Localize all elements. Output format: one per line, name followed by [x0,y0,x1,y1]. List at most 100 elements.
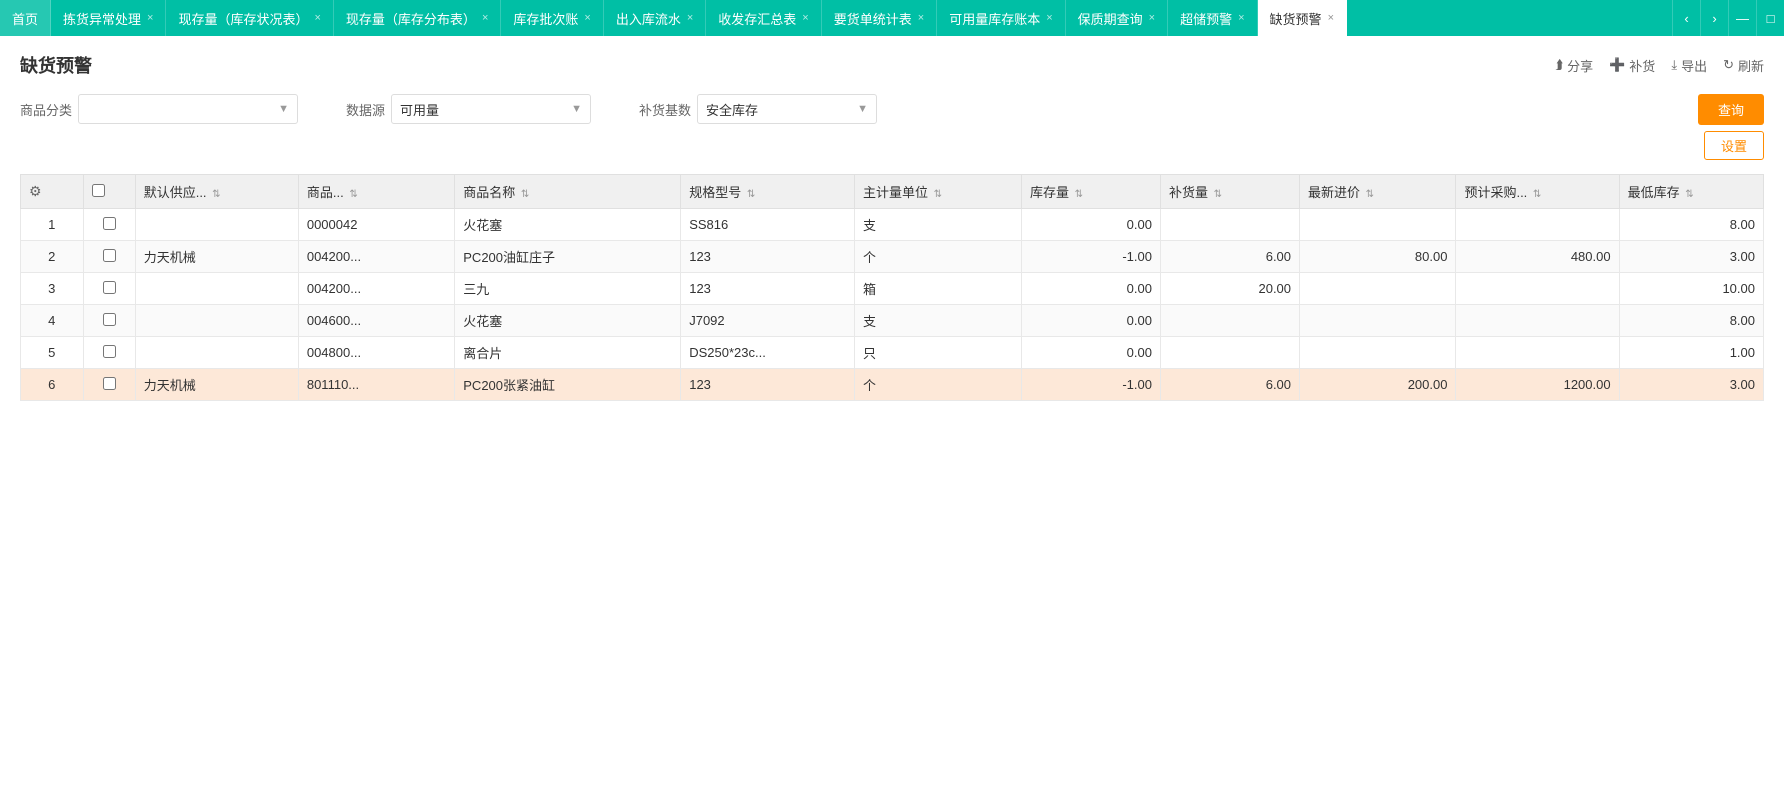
row-index: 4 [21,305,84,337]
stock-sort-icon: ⇅ [1075,189,1083,200]
row-latest-price: 200.00 [1300,369,1456,401]
row-index: 1 [21,209,84,241]
row-checkbox-cell[interactable] [83,241,135,273]
nav-tab-2-close[interactable]: × [314,12,320,24]
nav-tab-10-close[interactable]: × [1238,12,1244,24]
th-stock[interactable]: 库存量 ⇅ [1021,175,1160,209]
row-estimate [1456,337,1619,369]
th-unit[interactable]: 主计量单位 ⇅ [855,175,1022,209]
nav-tab-3-close[interactable]: × [482,12,488,24]
nav-tab-6-close[interactable]: × [802,12,808,24]
row-checkbox-cell[interactable] [83,305,135,337]
th-unit-label: 主计量单位 [863,185,928,200]
page-title: 缺货预警 [20,52,92,78]
row-index: 2 [21,241,84,273]
export-icon: ⤓ [1671,57,1677,73]
row-unit: 箱 [855,273,1022,305]
row-checkbox-cell[interactable] [83,369,135,401]
nav-tab-10[interactable]: 超储预警 × [1168,0,1257,36]
th-estimate[interactable]: 预计采购... ⇅ [1456,175,1619,209]
nav-tab-2[interactable]: 现存量（库存状况表） × [166,0,333,36]
nav-tab-9[interactable]: 保质期查询 × [1066,0,1168,36]
nav-tab-11[interactable]: 缺货预警 × [1258,0,1347,36]
row-estimate [1456,305,1619,337]
select-all-checkbox[interactable] [92,184,105,197]
th-code[interactable]: 商品... ⇅ [298,175,454,209]
th-latest-price[interactable]: 最新进价 ⇅ [1300,175,1456,209]
th-supplier-label: 默认供应... [144,185,207,200]
replenish-base-dropdown-icon: ▼ [857,103,868,115]
nav-tab-3[interactable]: 现存量（库存分布表） × [334,0,501,36]
replenish-base-label: 补货基数 [639,100,691,119]
th-spec[interactable]: 规格型号 ⇅ [681,175,855,209]
nav-tab-7-close[interactable]: × [918,12,924,24]
nav-tab-5[interactable]: 出入库流水 × [604,0,706,36]
th-name-label: 商品名称 [463,185,515,200]
row-checkbox[interactable] [103,313,116,326]
nav-arrow-right[interactable]: › [1700,0,1728,36]
row-checkbox-cell[interactable] [83,209,135,241]
row-stock: -1.00 [1021,241,1160,273]
row-checkbox-cell[interactable] [83,273,135,305]
nav-tab-11-close[interactable]: × [1328,12,1334,24]
nav-tab-8[interactable]: 可用量库存账本 × [937,0,1065,36]
nav-tab-11-label: 缺货预警 [1270,9,1322,28]
row-minstock: 10.00 [1619,273,1763,305]
refresh-label: 刷新 [1738,56,1764,75]
row-checkbox[interactable] [103,281,116,294]
refresh-button[interactable]: ↻ 刷新 [1723,56,1764,75]
nav-tab-1-label: 拣货异常处理 [63,9,141,28]
nav-maximize[interactable]: □ [1756,0,1784,36]
nav-tab-8-close[interactable]: × [1046,12,1052,24]
row-estimate: 480.00 [1456,241,1619,273]
nav-tab-home[interactable]: 首页 [0,0,51,36]
nav-tab-6[interactable]: 收发存汇总表 × [706,0,821,36]
row-name: 三九 [455,273,681,305]
th-replenish[interactable]: 补货量 ⇅ [1160,175,1299,209]
table-row: 1 0000042 火花塞 SS816 支 0.00 8.00 [21,209,1764,241]
replenish-button[interactable]: ➕ 补货 [1609,56,1655,75]
category-filter: 商品分类 ▼ [20,94,298,124]
export-button[interactable]: ⤓ 导出 [1671,56,1707,75]
row-checkbox[interactable] [103,249,116,262]
th-supplier[interactable]: 默认供应... ⇅ [135,175,298,209]
row-checkbox[interactable] [103,345,116,358]
nav-tab-7[interactable]: 要货单统计表 × [822,0,937,36]
datasource-select[interactable]: 可用量 ▼ [391,94,591,124]
query-button[interactable]: 查询 [1698,94,1764,125]
row-name: 火花塞 [455,209,681,241]
nav-tab-4-label: 库存批次账 [513,9,578,28]
th-settings[interactable]: ⚙ [21,175,84,209]
th-checkbox[interactable] [83,175,135,209]
th-code-label: 商品... [307,185,344,200]
table-row: 3 004200... 三九 123 箱 0.00 20.00 10.00 [21,273,1764,305]
nav-tab-5-label: 出入库流水 [616,9,681,28]
share-button[interactable]: ⮭ 分享 [1555,56,1593,75]
export-label: 导出 [1681,56,1707,75]
row-code: 004600... [298,305,454,337]
th-minstock[interactable]: 最低库存 ⇅ [1619,175,1763,209]
row-spec: DS250*23c... [681,337,855,369]
settings-gear-icon[interactable]: ⚙ [29,183,42,199]
nav-tab-5-close[interactable]: × [687,12,693,24]
nav-tab-1[interactable]: 拣货异常处理 × [51,0,166,36]
nav-minimize[interactable]: — [1728,0,1756,36]
category-select[interactable]: ▼ [78,94,298,124]
price-sort-icon: ⇅ [1366,189,1374,200]
nav-tab-4[interactable]: 库存批次账 × [501,0,603,36]
nav-tab-4-close[interactable]: × [584,12,590,24]
row-unit: 只 [855,337,1022,369]
supplier-sort-icon: ⇅ [212,189,220,200]
nav-tab-1-close[interactable]: × [147,12,153,24]
nav-tab-9-close[interactable]: × [1149,12,1155,24]
row-checkbox-cell[interactable] [83,337,135,369]
th-name[interactable]: 商品名称 ⇅ [455,175,681,209]
row-checkbox[interactable] [103,217,116,230]
row-unit: 个 [855,241,1022,273]
replenish-base-select[interactable]: 安全库存 ▼ [697,94,877,124]
row-checkbox[interactable] [103,377,116,390]
nav-tab-6-label: 收发存汇总表 [718,9,796,28]
nav-arrow-left[interactable]: ‹ [1672,0,1700,36]
settings-button[interactable]: 设置 [1704,131,1764,160]
row-replenish: 6.00 [1160,241,1299,273]
